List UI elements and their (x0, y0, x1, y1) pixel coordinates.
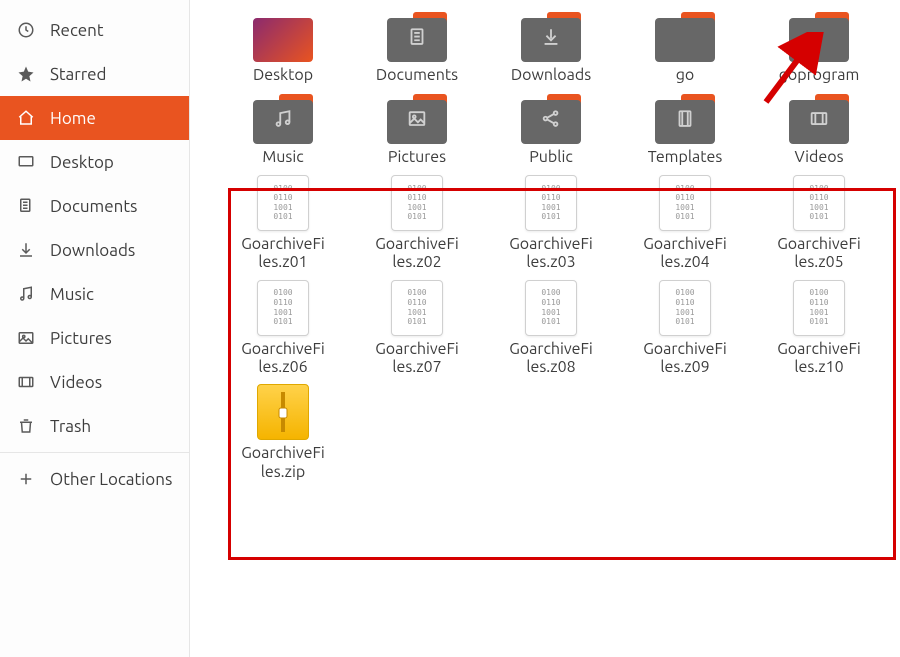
folder-icon (521, 92, 581, 144)
folder-videos[interactable]: Videos (754, 92, 884, 166)
sidebar-item-label: Pictures (50, 329, 112, 348)
sidebar-item-label: Recent (50, 21, 104, 40)
file-label: GoarchiveFiles.z08 (491, 340, 611, 377)
binary-file-icon: 0100 0110 1001 0101 (391, 175, 443, 231)
home-icon (16, 108, 36, 128)
sidebar-item-documents[interactable]: Documents (0, 184, 189, 228)
folder-icon (655, 10, 715, 62)
file-goarchivefiles-z02[interactable]: 0100 0110 1001 0101 GoarchiveFiles.z02 (352, 175, 482, 272)
file-goarchivefiles-z06[interactable]: 0100 0110 1001 0101 GoarchiveFiles.z06 (218, 280, 348, 377)
file-label: GoarchiveFiles.z07 (357, 340, 477, 377)
sidebar-item-recent[interactable]: Recent (0, 8, 189, 52)
file-label: GoarchiveFiles.z06 (223, 340, 343, 377)
sidebar-item-label: Other Locations (50, 470, 172, 489)
trash-icon (16, 416, 36, 436)
file-label: GoarchiveFiles.z04 (625, 235, 745, 272)
folder-icon (655, 92, 715, 144)
sidebar-item-trash[interactable]: Trash (0, 404, 189, 448)
binary-file-icon: 0100 0110 1001 0101 (793, 175, 845, 231)
sidebar-item-label: Videos (50, 373, 102, 392)
file-label: GoarchiveFiles.zip (223, 444, 343, 481)
file-goarchivefiles-z08[interactable]: 0100 0110 1001 0101 GoarchiveFiles.z08 (486, 280, 616, 377)
binary-file-icon: 0100 0110 1001 0101 (525, 280, 577, 336)
folder-icon (789, 92, 849, 144)
binary-file-icon: 0100 0110 1001 0101 (525, 175, 577, 231)
video-icon (16, 372, 36, 392)
binary-file-icon: 0100 0110 1001 0101 (659, 175, 711, 231)
music-icon (16, 284, 36, 304)
documents-icon (16, 196, 36, 216)
sidebar-item-label: Music (50, 285, 94, 304)
file-goarchivefiles-z10[interactable]: 0100 0110 1001 0101 GoarchiveFiles.z10 (754, 280, 884, 377)
plus-icon (16, 469, 36, 489)
file-label: GoarchiveFiles.z01 (223, 235, 343, 272)
folder-label: Music (223, 148, 343, 166)
binary-file-icon: 0100 0110 1001 0101 (257, 175, 309, 231)
folder-icon (253, 92, 313, 144)
file-goarchivefiles-z07[interactable]: 0100 0110 1001 0101 GoarchiveFiles.z07 (352, 280, 482, 377)
sidebar-item-label: Desktop (50, 153, 114, 172)
file-view: Desktop Documents Downloads go goprogram Musi… (190, 0, 900, 657)
folder-label: Documents (357, 66, 477, 84)
folder-label: Public (491, 148, 611, 166)
clock-icon (16, 20, 36, 40)
file-goarchivefiles-z01[interactable]: 0100 0110 1001 0101 GoarchiveFiles.z01 (218, 175, 348, 272)
folder-goprogram[interactable]: goprogram (754, 10, 884, 84)
sidebar-item-home[interactable]: Home (0, 96, 189, 140)
binary-file-icon: 0100 0110 1001 0101 (391, 280, 443, 336)
file-label: GoarchiveFiles.z10 (759, 340, 879, 377)
file-goarchivefiles-z05[interactable]: 0100 0110 1001 0101 GoarchiveFiles.z05 (754, 175, 884, 272)
zip-icon (257, 384, 309, 440)
sidebar-item-label: Starred (50, 65, 107, 84)
folder-label: Pictures (357, 148, 477, 166)
sidebar-item-label: Downloads (50, 241, 135, 260)
sidebar-item-label: Documents (50, 197, 137, 216)
sidebar-item-videos[interactable]: Videos (0, 360, 189, 404)
sidebar-item-desktop[interactable]: Desktop (0, 140, 189, 184)
sidebar-divider (0, 452, 189, 453)
folder-public[interactable]: Public (486, 92, 616, 166)
file-goarchivefiles-z03[interactable]: 0100 0110 1001 0101 GoarchiveFiles.z03 (486, 175, 616, 272)
folder-icon (789, 10, 849, 62)
desktop-icon (16, 152, 36, 172)
folder-pictures[interactable]: Pictures (352, 92, 482, 166)
file-label: GoarchiveFiles.z05 (759, 235, 879, 272)
folder-icon (521, 10, 581, 62)
sidebar-item-downloads[interactable]: Downloads (0, 228, 189, 272)
binary-file-icon: 0100 0110 1001 0101 (793, 280, 845, 336)
folder-label: Templates (625, 148, 745, 166)
star-icon (16, 64, 36, 84)
folder-music[interactable]: Music (218, 92, 348, 166)
picture-icon (16, 328, 36, 348)
sidebar-item-other-locations[interactable]: Other Locations (0, 457, 189, 501)
folder-templates[interactable]: Templates (620, 92, 750, 166)
file-label: GoarchiveFiles.z02 (357, 235, 477, 272)
folder-icon (387, 10, 447, 62)
file-goarchivefiles-z04[interactable]: 0100 0110 1001 0101 GoarchiveFiles.z04 (620, 175, 750, 272)
download-icon (16, 240, 36, 260)
folder-label: go (625, 66, 745, 84)
file-goarchivefiles-zip[interactable]: GoarchiveFiles.zip (218, 384, 348, 481)
binary-file-icon: 0100 0110 1001 0101 (257, 280, 309, 336)
folder-label: Desktop (223, 66, 343, 84)
sidebar-item-starred[interactable]: Starred (0, 52, 189, 96)
folder-downloads[interactable]: Downloads (486, 10, 616, 84)
file-label: GoarchiveFiles.z03 (491, 235, 611, 272)
sidebar-item-label: Trash (50, 417, 91, 436)
folder-icon (253, 10, 313, 62)
sidebar-item-pictures[interactable]: Pictures (0, 316, 189, 360)
sidebar: Recent Starred Home Desktop Documents Do… (0, 0, 190, 657)
folder-icon (387, 92, 447, 144)
binary-file-icon: 0100 0110 1001 0101 (659, 280, 711, 336)
folder-desktop[interactable]: Desktop (218, 10, 348, 84)
file-label: GoarchiveFiles.z09 (625, 340, 745, 377)
folder-documents[interactable]: Documents (352, 10, 482, 84)
file-goarchivefiles-z09[interactable]: 0100 0110 1001 0101 GoarchiveFiles.z09 (620, 280, 750, 377)
sidebar-item-label: Home (50, 109, 96, 128)
folder-label: goprogram (759, 66, 879, 84)
folder-go[interactable]: go (620, 10, 750, 84)
sidebar-item-music[interactable]: Music (0, 272, 189, 316)
folder-label: Videos (759, 148, 879, 166)
folder-label: Downloads (491, 66, 611, 84)
